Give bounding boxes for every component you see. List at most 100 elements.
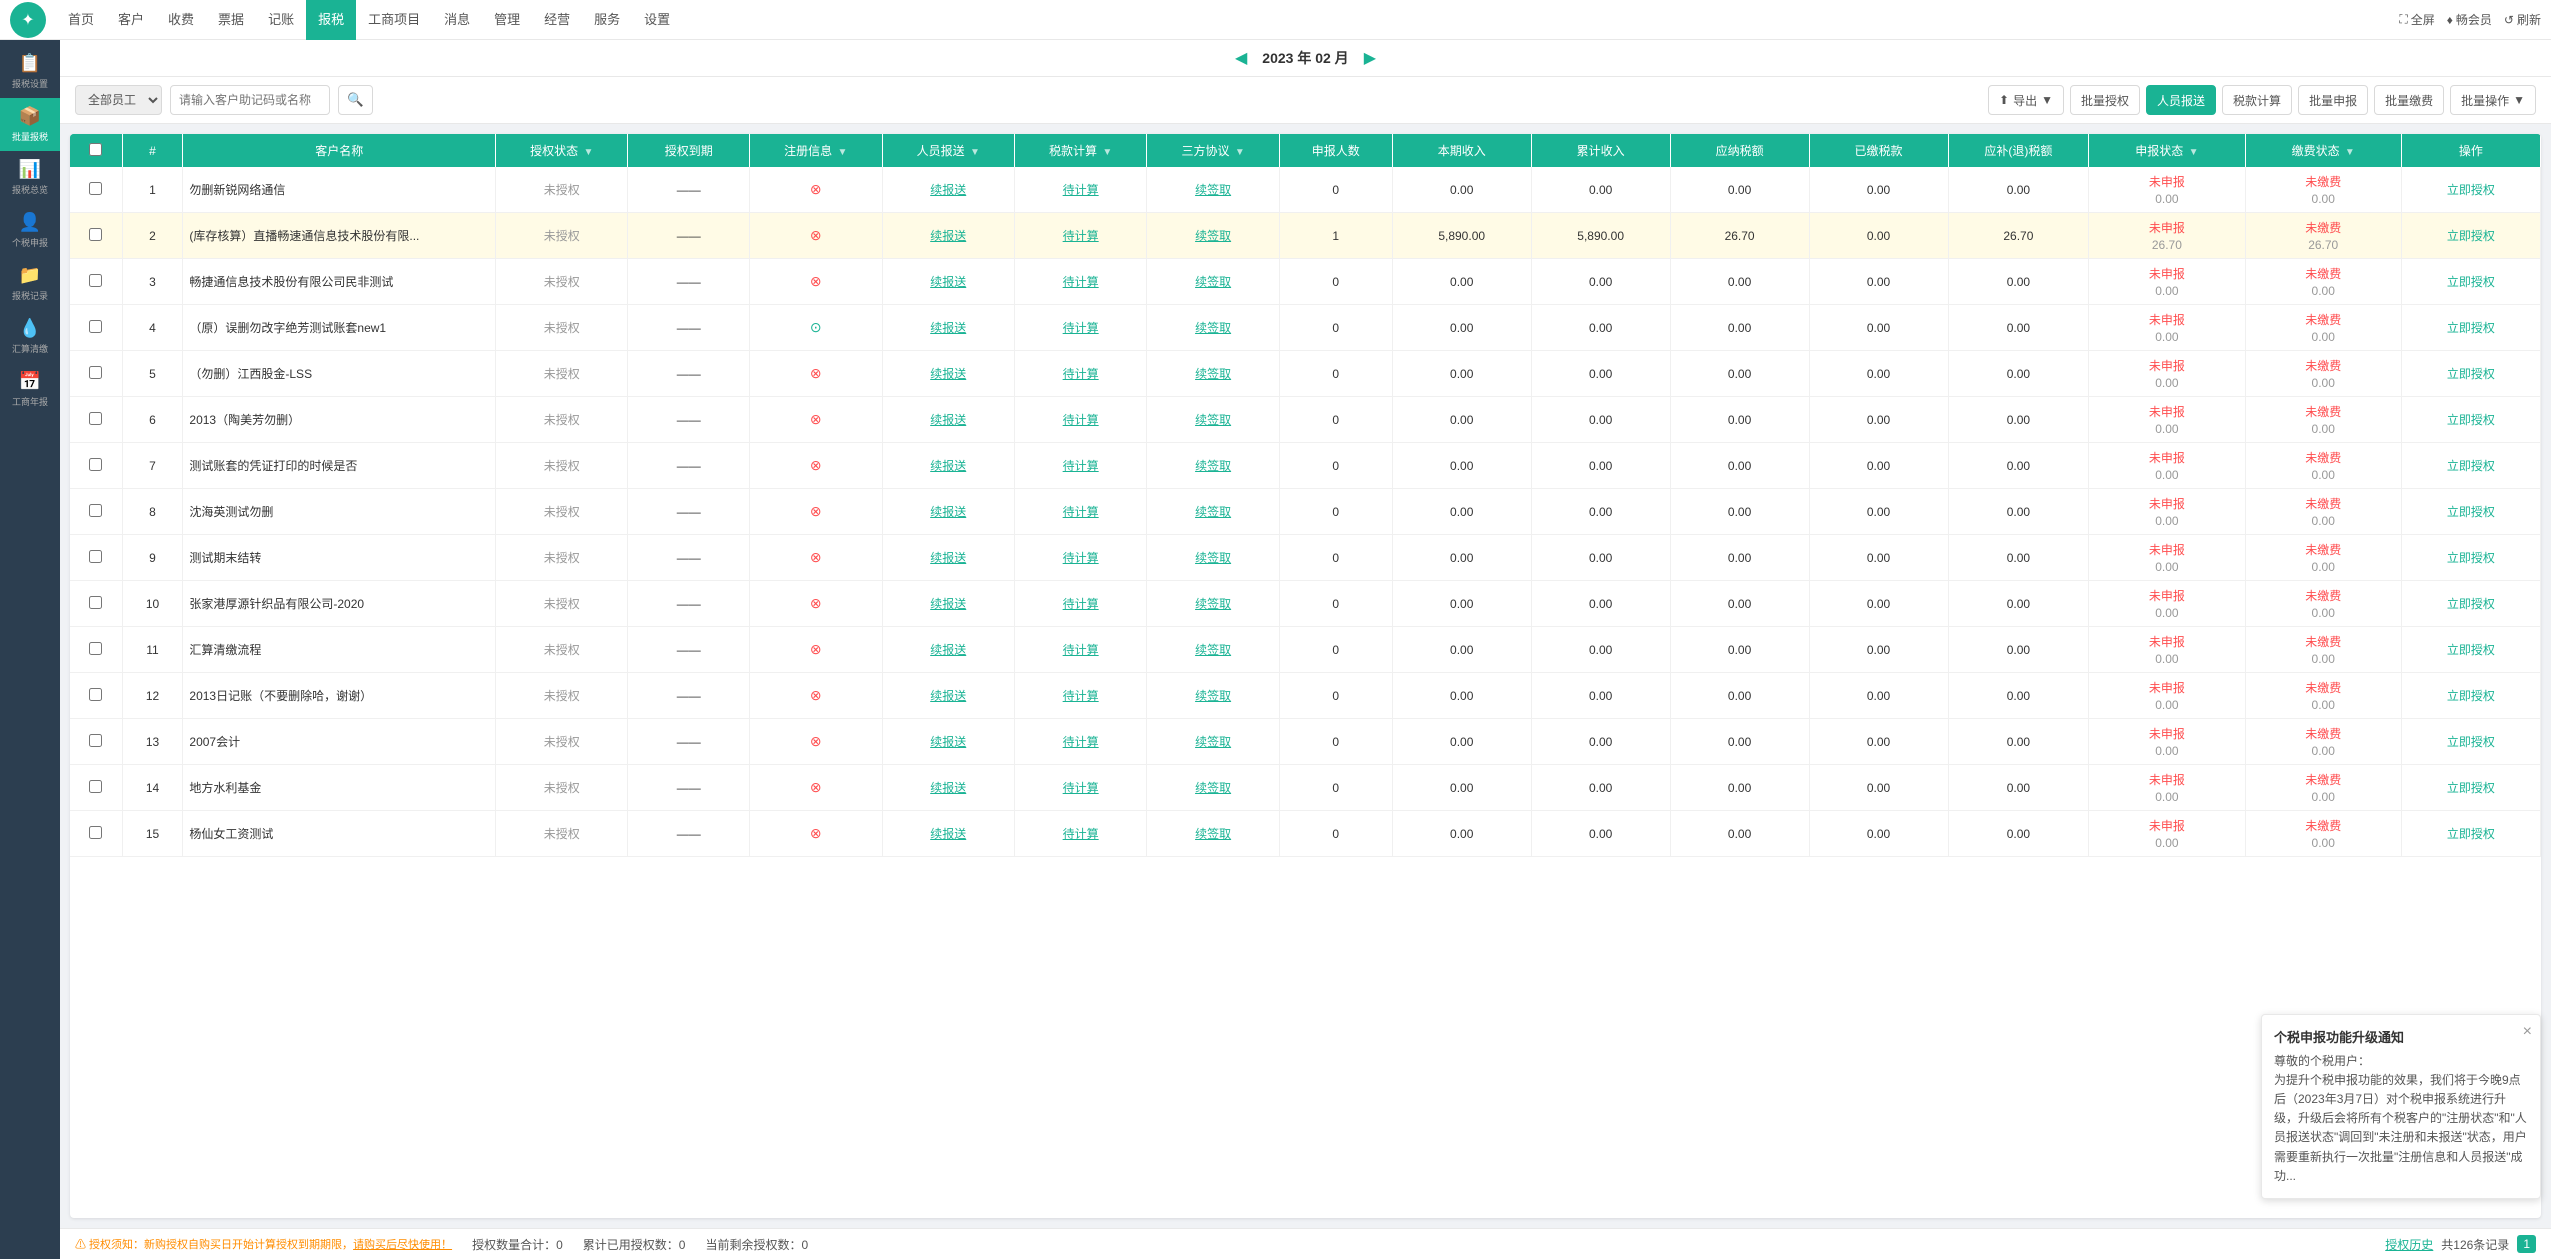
- row-personnel[interactable]: 续报送: [882, 489, 1014, 535]
- row-action[interactable]: 立即授权: [2401, 167, 2540, 213]
- row-3party[interactable]: 续签取: [1147, 443, 1279, 489]
- row-checkbox-8[interactable]: [89, 504, 102, 517]
- row-action[interactable]: 立即授权: [2401, 397, 2540, 443]
- row-tax-calc[interactable]: 待计算: [1014, 351, 1146, 397]
- nav-item-billing[interactable]: 收费: [156, 0, 206, 40]
- sidebar-item-tax-records[interactable]: 📁 报税记录: [0, 257, 60, 310]
- nav-item-message[interactable]: 消息: [432, 0, 482, 40]
- col-header-fee-status[interactable]: 缴费状态 ▼: [2245, 134, 2401, 167]
- row-3party[interactable]: 续签取: [1147, 167, 1279, 213]
- row-action[interactable]: 立即授权: [2401, 673, 2540, 719]
- search-input[interactable]: [170, 85, 330, 115]
- row-tax-calc[interactable]: 待计算: [1014, 581, 1146, 627]
- nav-item-business[interactable]: 工商项目: [356, 0, 432, 40]
- row-3party[interactable]: 续签取: [1147, 627, 1279, 673]
- row-tax-calc[interactable]: 待计算: [1014, 305, 1146, 351]
- sidebar-item-personal-tax[interactable]: 👤 个税申报: [0, 204, 60, 257]
- member-btn[interactable]: ♦ 畅会员: [2447, 11, 2492, 28]
- search-btn[interactable]: 🔍: [338, 85, 373, 115]
- row-3party[interactable]: 续签取: [1147, 305, 1279, 351]
- sidebar-item-annual-settlement[interactable]: 💧 汇算清缴: [0, 310, 60, 363]
- row-action[interactable]: 立即授权: [2401, 581, 2540, 627]
- row-checkbox-3[interactable]: [89, 274, 102, 287]
- batch-declare-btn[interactable]: 批量申报: [2298, 85, 2368, 115]
- row-checkbox-13[interactable]: [89, 734, 102, 747]
- row-personnel[interactable]: 续报送: [882, 351, 1014, 397]
- row-personnel[interactable]: 续报送: [882, 397, 1014, 443]
- sidebar-item-tax-overview[interactable]: 📊 报税总览: [0, 151, 60, 204]
- nav-item-manage[interactable]: 管理: [482, 0, 532, 40]
- row-tax-calc[interactable]: 待计算: [1014, 489, 1146, 535]
- row-tax-calc[interactable]: 待计算: [1014, 397, 1146, 443]
- nav-item-settings[interactable]: 设置: [632, 0, 682, 40]
- row-checkbox-1[interactable]: [89, 182, 102, 195]
- row-action[interactable]: 立即授权: [2401, 811, 2540, 857]
- row-checkbox-5[interactable]: [89, 366, 102, 379]
- col-header-auth-status[interactable]: 授权状态 ▼: [496, 134, 628, 167]
- fullscreen-btn[interactable]: ⛶ 全屏: [2399, 11, 2434, 28]
- row-action[interactable]: 立即授权: [2401, 535, 2540, 581]
- row-checkbox-11[interactable]: [89, 642, 102, 655]
- nav-item-service[interactable]: 服务: [582, 0, 632, 40]
- row-checkbox-15[interactable]: [89, 826, 102, 839]
- nav-item-tax[interactable]: 报税: [306, 0, 356, 40]
- nav-item-bookkeeping[interactable]: 记账: [256, 0, 306, 40]
- row-checkbox-4[interactable]: [89, 320, 102, 333]
- row-action[interactable]: 立即授权: [2401, 305, 2540, 351]
- row-action[interactable]: 立即授权: [2401, 213, 2540, 259]
- prev-month-btn[interactable]: ◀: [1235, 48, 1247, 68]
- employee-filter[interactable]: 全部员工: [75, 85, 162, 115]
- row-checkbox-12[interactable]: [89, 688, 102, 701]
- row-3party[interactable]: 续签取: [1147, 259, 1279, 305]
- row-personnel[interactable]: 续报送: [882, 719, 1014, 765]
- row-action[interactable]: 立即授权: [2401, 719, 2540, 765]
- col-header-personnel[interactable]: 人员报送 ▼: [882, 134, 1014, 167]
- sidebar-item-annual-report[interactable]: 📅 工商年报: [0, 363, 60, 416]
- col-header-3party[interactable]: 三方协议 ▼: [1147, 134, 1279, 167]
- sidebar-item-tax-settings[interactable]: 📋 报税设置: [0, 45, 60, 98]
- row-personnel[interactable]: 续报送: [882, 627, 1014, 673]
- nav-item-invoice[interactable]: 票据: [206, 0, 256, 40]
- col-header-tax-calc[interactable]: 税款计算 ▼: [1014, 134, 1146, 167]
- row-3party[interactable]: 续签取: [1147, 811, 1279, 857]
- row-tax-calc[interactable]: 待计算: [1014, 811, 1146, 857]
- next-month-btn[interactable]: ▶: [1364, 48, 1376, 68]
- row-personnel[interactable]: 续报送: [882, 581, 1014, 627]
- row-action[interactable]: 立即授权: [2401, 443, 2540, 489]
- row-personnel[interactable]: 续报送: [882, 443, 1014, 489]
- refresh-btn[interactable]: ↺ 刷新: [2504, 11, 2541, 28]
- personnel-report-btn[interactable]: 人员报送: [2146, 85, 2216, 115]
- nav-item-home[interactable]: 首页: [56, 0, 106, 40]
- notification-close-btn[interactable]: ×: [2523, 1023, 2532, 1041]
- row-tax-calc[interactable]: 待计算: [1014, 259, 1146, 305]
- row-3party[interactable]: 续签取: [1147, 489, 1279, 535]
- batch-action-btn[interactable]: 批量操作 ▼: [2450, 85, 2536, 115]
- col-header-reg[interactable]: 注册信息 ▼: [750, 134, 882, 167]
- row-tax-calc[interactable]: 待计算: [1014, 719, 1146, 765]
- row-personnel[interactable]: 续报送: [882, 167, 1014, 213]
- row-action[interactable]: 立即授权: [2401, 489, 2540, 535]
- row-personnel[interactable]: 续报送: [882, 259, 1014, 305]
- tax-calc-btn[interactable]: 税款计算: [2222, 85, 2292, 115]
- row-tax-calc[interactable]: 待计算: [1014, 443, 1146, 489]
- sidebar-item-batch-tax[interactable]: 📦 批量报税: [0, 98, 60, 151]
- row-3party[interactable]: 续签取: [1147, 535, 1279, 581]
- export-btn[interactable]: ⬆ 导出 ▼: [1988, 85, 2064, 115]
- row-personnel[interactable]: 续报送: [882, 811, 1014, 857]
- row-tax-calc[interactable]: 待计算: [1014, 673, 1146, 719]
- row-checkbox-7[interactable]: [89, 458, 102, 471]
- row-checkbox-9[interactable]: [89, 550, 102, 563]
- row-action[interactable]: 立即授权: [2401, 351, 2540, 397]
- row-checkbox-2[interactable]: [89, 228, 102, 241]
- history-link[interactable]: 授权历史: [2385, 1236, 2433, 1253]
- row-3party[interactable]: 续签取: [1147, 397, 1279, 443]
- row-checkbox-6[interactable]: [89, 412, 102, 425]
- row-action[interactable]: 立即授权: [2401, 259, 2540, 305]
- row-tax-calc[interactable]: 待计算: [1014, 627, 1146, 673]
- row-personnel[interactable]: 续报送: [882, 673, 1014, 719]
- row-personnel[interactable]: 续报送: [882, 535, 1014, 581]
- row-action[interactable]: 立即授权: [2401, 765, 2540, 811]
- col-header-declare-status[interactable]: 申报状态 ▼: [2089, 134, 2245, 167]
- auth-link[interactable]: 请购买后尽快使用！: [353, 1239, 452, 1251]
- select-all-checkbox[interactable]: [89, 143, 102, 156]
